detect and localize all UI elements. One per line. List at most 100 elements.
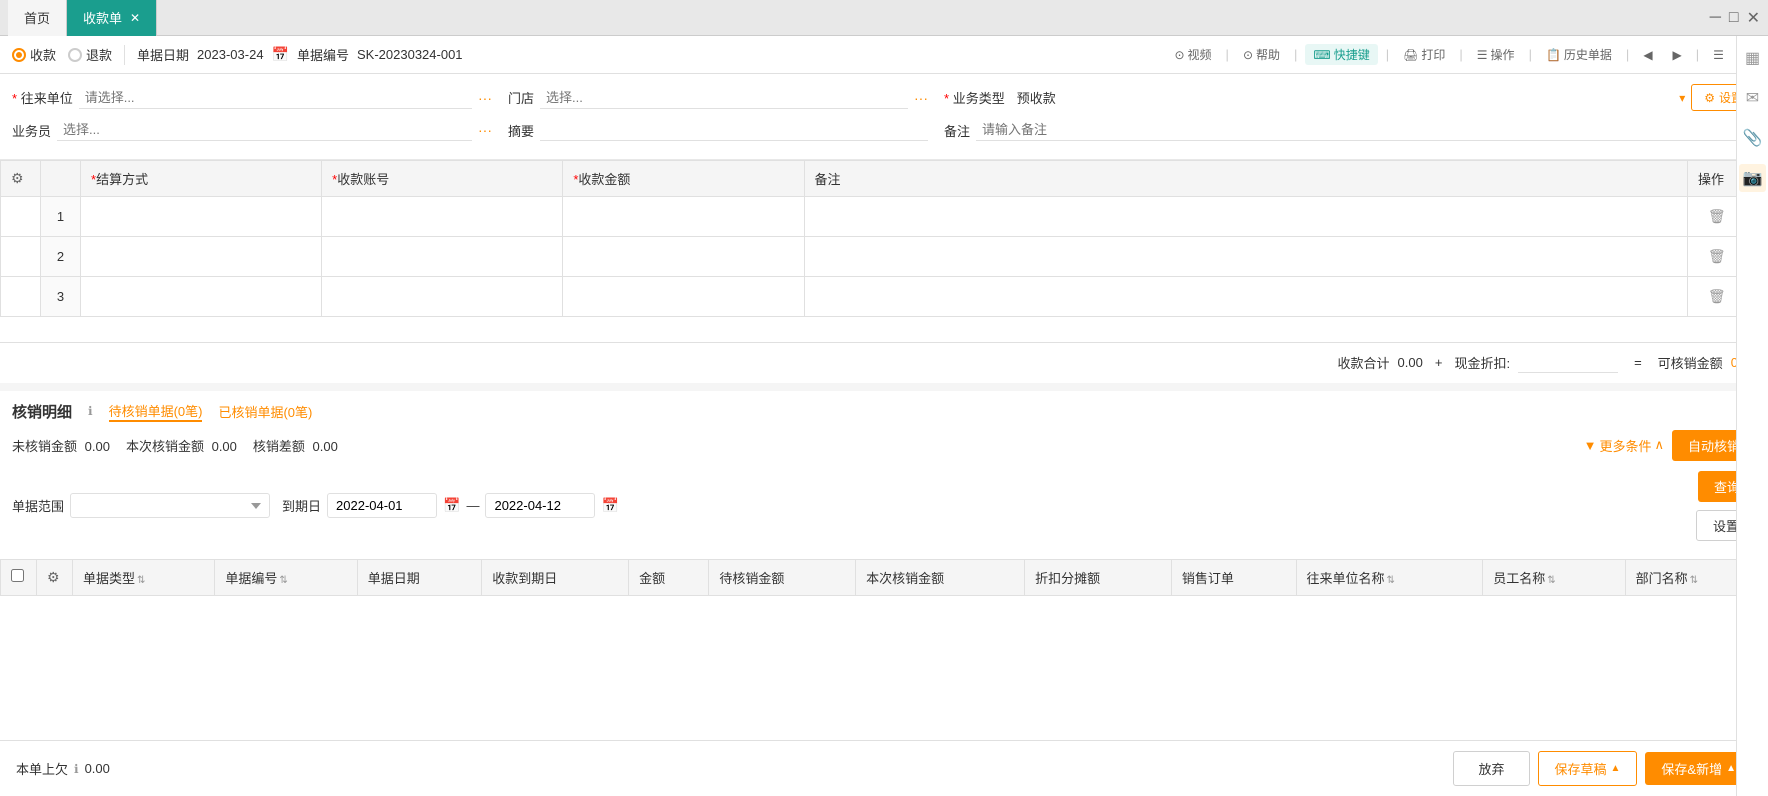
chevron-up-icon: ∧ [1654,437,1664,453]
counterpart-more-btn[interactable]: ··· [478,90,492,106]
delete-icon-3[interactable]: 🗑 [1708,288,1726,304]
td-remark-1[interactable] [804,197,1688,237]
reconcile-section: 核销明细 ℹ 待核销单据(0笔) 已核销单据(0笔) 未核销金额 0.00 本次… [0,391,1768,559]
maximize-icon[interactable]: □ [1729,9,1739,27]
minimize-icon[interactable]: ─ [1710,9,1721,27]
sidebar-clip-icon[interactable]: 📎 [1739,124,1767,152]
date-to-icon[interactable]: 📅 [601,497,618,514]
range-label: 单据范围 [12,496,64,515]
select-all-checkbox[interactable] [11,569,24,582]
td-amount-1[interactable] [563,197,804,237]
table-settings-gear[interactable]: ⚙ [11,170,24,186]
table-row: 1 🗑 ⊞ [1,197,1768,237]
staff-input[interactable] [57,119,472,141]
date-from-input[interactable] [327,493,437,518]
remark-input[interactable] [976,119,1756,141]
td-account-1[interactable] [322,197,563,237]
toolbar-right: ⊙ 视频 | ⊙ 帮助 | ⌨ 快捷键 | 🖨 打印 | ☰ 操作 | 📋 历史… [1168,44,1756,65]
td-amount-2[interactable] [563,237,804,277]
summary-label: 摘要 [508,121,534,140]
delete-icon-2[interactable]: 🗑 [1708,248,1726,264]
th-doc-date: 单据日期 [357,559,482,595]
sum-label: 收款合计 [1338,353,1390,372]
td-remark-2[interactable] [804,237,1688,277]
top-toolbar: 收款 退款 单据日期 2023-03-24 📅 单据编号 SK-20230324… [0,36,1768,74]
calendar-icon[interactable]: 📅 [272,46,289,63]
store-input[interactable] [540,87,908,109]
discard-btn[interactable]: 放弃 [1453,751,1529,786]
staff-more-btn[interactable]: ··· [478,122,492,138]
staff-field: 业务员 ··· [12,119,492,141]
td-settlement-3[interactable] [81,277,322,317]
td-account-2[interactable] [322,237,563,277]
td-num-3: 3 [41,277,81,317]
reconcile-table-header: ⚙ 单据类型⇅ 单据编号⇅ 单据日期 收款到期日 金额 待核销金额 本次核销金额… [1,559,1768,595]
th-remark: 备注 [804,161,1688,197]
biz-type-arrow[interactable]: ▾ [1679,91,1685,105]
diff-value: 0.00 [313,439,338,454]
due-date-label: 到期日 [282,496,321,515]
number-value: SK-20230324-001 [357,47,463,62]
bottom-table-settings-gear[interactable]: ⚙ [47,569,60,585]
sidebar-camera-icon[interactable]: 📷 [1739,164,1767,192]
print-btn[interactable]: 🖨 打印 [1397,44,1451,65]
nav-next[interactable]: ▶ [1667,46,1688,64]
tab-close-icon[interactable]: ✕ [130,11,140,25]
reconcile-header: 核销明细 ℹ 待核销单据(0笔) 已核销单据(0笔) [12,401,1756,422]
filter-row: 单据范围 到期日 📅 — 📅 查询 设置 [12,471,1756,541]
th-row-num [41,161,81,197]
range-select[interactable] [70,493,270,518]
td-num-1: 1 [41,197,81,237]
delete-icon-1[interactable]: 🗑 [1708,208,1726,224]
td-account-3[interactable] [322,277,563,317]
tab-home[interactable]: 首页 [8,0,67,36]
tab-receipt-label: 收款单 [83,8,122,27]
sidebar-table-icon[interactable]: ▦ [1741,44,1764,72]
reconcile-title: 核销明细 [12,401,72,422]
td-amount-3[interactable] [563,277,804,317]
pending-tab[interactable]: 待核销单据(0笔) [109,401,203,422]
summary-input[interactable] [540,119,928,141]
list-view-btn[interactable]: ☰ [1707,46,1730,64]
current-reconcile-stat: 本次核销金额 0.00 [126,436,237,455]
td-remark-3[interactable] [804,277,1688,317]
more-conditions-btn[interactable]: ▼ 更多条件 ∧ [1584,436,1664,455]
discount-input[interactable] [1518,353,1618,373]
save-new-arrow-icon: ▲ [1726,763,1736,774]
date-from-icon[interactable]: 📅 [443,497,460,514]
td-settlement-2[interactable] [81,237,322,277]
current-value: 0.00 [85,761,110,776]
store-more-btn[interactable]: ··· [914,90,928,106]
td-gear-1 [1,197,41,237]
draft-btn[interactable]: 保存草稿 ▲ [1538,751,1638,786]
radio-receipt[interactable]: 收款 [12,45,56,64]
summary-field: 摘要 [508,119,928,141]
remark-field: 备注 [944,119,1756,141]
table-row: 2 🗑 ⊞ [1,237,1768,277]
th-settlement: *结算方式 [81,161,322,197]
td-gear-2 [1,237,41,277]
video-btn[interactable]: ⊙ 视频 [1168,44,1217,65]
history-btn[interactable]: 📋 历史单据 [1540,44,1618,65]
td-settlement-1[interactable] [81,197,322,237]
tab-receipt[interactable]: 收款单 ✕ [67,0,157,36]
table-footer: 收款合计 0.00 + 现金折扣: = 可核销金额 0.00 [0,342,1768,383]
operation-btn[interactable]: ☰ 操作 [1471,44,1521,65]
reconcile-info-icon[interactable]: ℹ [88,404,93,418]
th-doc-type: 单据类型⇅ [73,559,215,595]
completed-tab[interactable]: 已核销单据(0笔) [218,402,312,421]
range-field: 单据范围 [12,493,270,518]
help-btn[interactable]: ⊙ 帮助 [1237,44,1286,65]
counterpart-field: * 往来单位 ··· [12,87,492,109]
filter-icon: ▼ [1584,438,1597,453]
date-to-input[interactable] [485,493,595,518]
sidebar-email-icon[interactable]: ✉ [1742,84,1763,112]
nav-prev[interactable]: ◀ [1637,46,1658,64]
due-date-field: 到期日 📅 — 📅 [282,493,619,518]
radio-receipt-label: 收款 [30,45,56,64]
current-info-icon[interactable]: ℹ [74,762,79,776]
shortcut-btn[interactable]: ⌨ 快捷键 [1305,44,1377,65]
close-icon[interactable]: ✕ [1747,8,1760,28]
radio-refund[interactable]: 退款 [68,45,112,64]
counterpart-input[interactable] [79,87,472,109]
